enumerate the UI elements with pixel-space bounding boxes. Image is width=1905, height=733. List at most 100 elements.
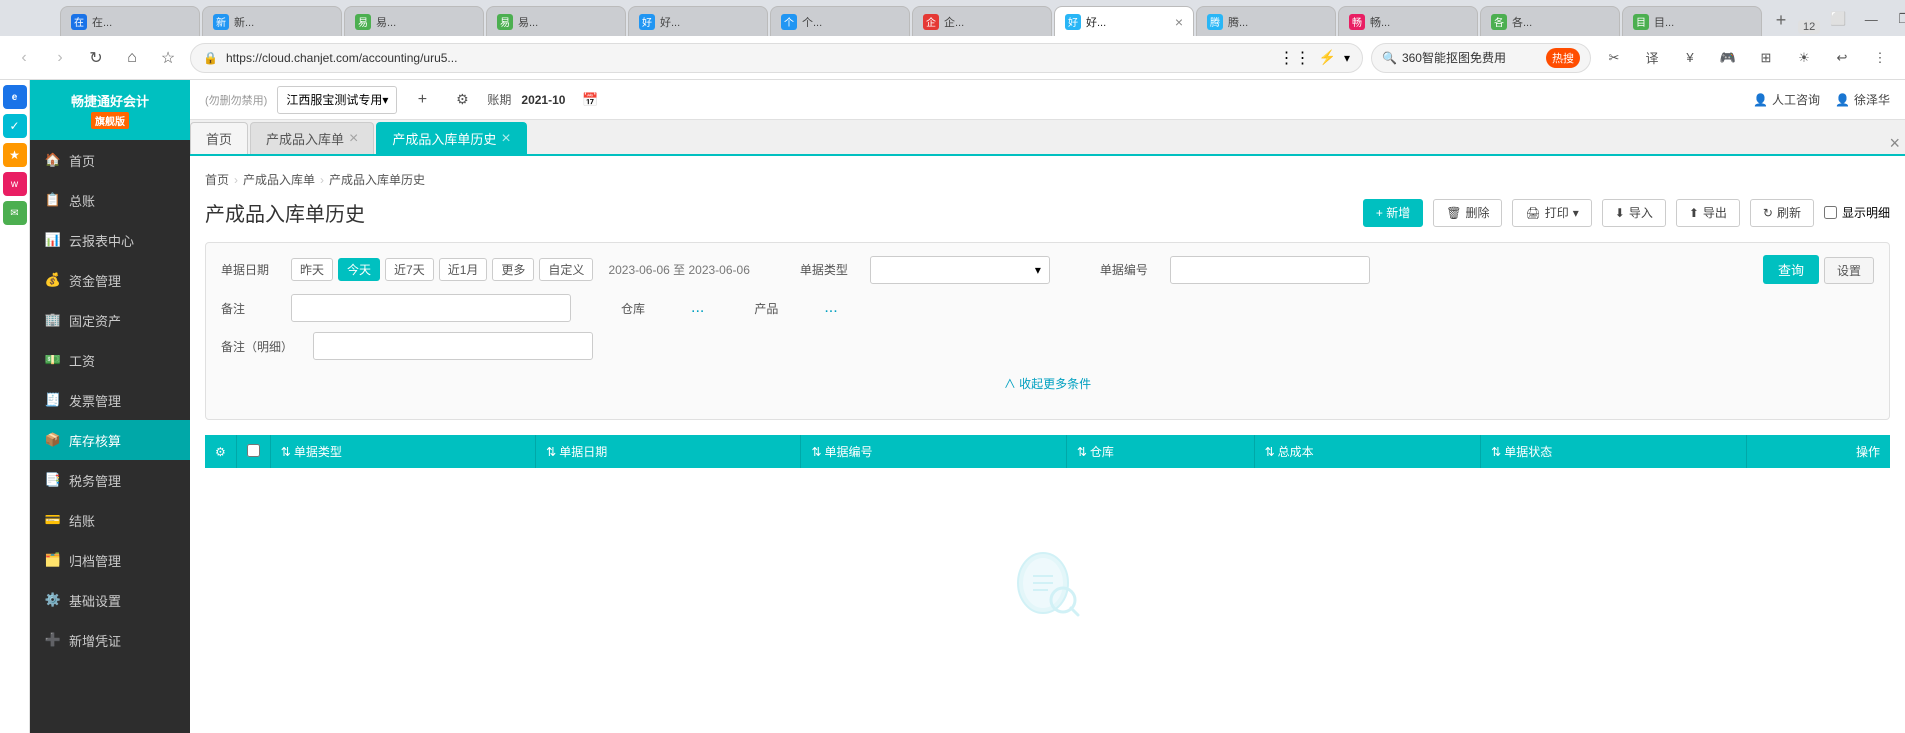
date-custom[interactable]: 自定义 — [539, 258, 593, 281]
window-maximize-icon[interactable]: ❐ — [1889, 4, 1905, 34]
th-type-sort-icon[interactable]: ⇅ — [281, 445, 291, 459]
list-tab-close[interactable]: × — [349, 130, 358, 148]
tab-close[interactable]: × — [1175, 14, 1183, 30]
date-1month[interactable]: 近1月 — [439, 258, 488, 281]
sidebar-item-payroll[interactable]: 💵 工资 — [30, 340, 190, 380]
warehouse-dots[interactable]: ... — [691, 299, 704, 317]
number-input[interactable] — [1170, 256, 1370, 284]
grid-icon[interactable]: ⊞ — [1751, 43, 1781, 73]
sidebar-item-invoice[interactable]: 🧾 发票管理 — [30, 380, 190, 420]
browser-tab-t7[interactable]: 企 企... — [912, 6, 1052, 36]
breadcrumb-home[interactable]: 首页 — [205, 171, 229, 188]
game-icon[interactable]: 🎮 — [1713, 43, 1743, 73]
browser-tab-t5[interactable]: 好 好... — [628, 6, 768, 36]
browser-tab-t8[interactable]: 好 好... × — [1054, 6, 1194, 36]
th-warehouse-sort-icon[interactable]: ⇅ — [1077, 445, 1087, 459]
th-number-sort-icon[interactable]: ⇅ — [811, 445, 821, 459]
th-status-sort-icon[interactable]: ⇅ — [1491, 445, 1501, 459]
browser-tab-t1[interactable]: 在 在... — [60, 6, 200, 36]
detail-remark-input[interactable] — [313, 332, 593, 360]
page-tab-home[interactable]: 首页 — [190, 122, 248, 154]
sidebar-item-archive[interactable]: 🗂️ 归档管理 — [30, 540, 190, 580]
product-dots[interactable]: ... — [824, 299, 837, 317]
new-tab-button[interactable]: + — [1767, 6, 1795, 34]
forward-button[interactable]: › — [46, 44, 74, 72]
set-btn[interactable]: 设置 — [1824, 257, 1874, 284]
date-today[interactable]: 今天 — [338, 258, 380, 281]
window-minimize-icon[interactable]: — — [1856, 4, 1886, 34]
add-btn[interactable]: + 新增 — [1363, 199, 1423, 227]
company-selector[interactable]: 江西服宝测试专用 ▾ — [277, 86, 397, 114]
remark-input[interactable] — [291, 294, 571, 322]
sidebar-item-fixed-assets[interactable]: 🏢 固定资产 — [30, 300, 190, 340]
dock-item-2[interactable]: ★ — [3, 143, 27, 167]
dock-item-1[interactable]: ✓ — [3, 114, 27, 138]
collapse-bar[interactable]: ∧ 收起更多条件 — [221, 370, 1874, 397]
settings-btn[interactable]: ⚙ — [447, 85, 477, 115]
sidebar-item-fund[interactable]: 💰 资金管理 — [30, 260, 190, 300]
refresh-btn[interactable]: ↻ 刷新 — [1750, 199, 1814, 227]
url-bar[interactable]: 🔒 https://cloud.chanjet.com/accounting/u… — [190, 43, 1363, 73]
th-date-sort-icon[interactable]: ⇅ — [546, 445, 556, 459]
print-btn[interactable]: 🖨 打印 ▾ — [1512, 199, 1591, 227]
page-tab-list[interactable]: 产成品入库单 × — [250, 122, 374, 154]
dock-item-360[interactable]: e — [3, 85, 27, 109]
import-btn[interactable]: ⬇ 导入 — [1602, 199, 1666, 227]
translate-icon[interactable]: 译 — [1637, 43, 1667, 73]
th-settings[interactable]: ⚙ — [205, 435, 236, 468]
date-7days[interactable]: 近7天 — [385, 258, 434, 281]
history-tab-close[interactable]: × — [501, 130, 510, 148]
scissors-icon[interactable]: ✂ — [1599, 43, 1629, 73]
show-detail-label[interactable]: 显示明细 — [1824, 204, 1890, 221]
sidebar-item-home[interactable]: 🏠 首页 — [30, 140, 190, 180]
panel-close-btn[interactable]: × — [1889, 133, 1900, 154]
calendar-icon[interactable]: 📅 — [575, 85, 605, 115]
date-more[interactable]: 更多 — [492, 258, 534, 281]
sidebar-item-checkout[interactable]: 💳 结账 — [30, 500, 190, 540]
browser-tab-t9[interactable]: 腾 腾... — [1196, 6, 1336, 36]
page-tab-history[interactable]: 产成品入库单历史 × — [376, 122, 526, 154]
browser-tab-t2[interactable]: 新 新... — [202, 6, 342, 36]
browser-tab-t4[interactable]: 易 易... — [486, 6, 626, 36]
export-btn[interactable]: ⬆ 导出 — [1676, 199, 1740, 227]
lightning-icon[interactable]: ⚡ — [1319, 49, 1336, 66]
display-icon[interactable]: ☀ — [1789, 43, 1819, 73]
th-checkbox[interactable] — [236, 435, 270, 468]
browser-tab-t6[interactable]: 个 个... — [770, 6, 910, 36]
date-yesterday[interactable]: 昨天 — [291, 258, 333, 281]
sidebar-item-basic-settings[interactable]: ⚙️ 基础设置 — [30, 580, 190, 620]
show-detail-checkbox[interactable] — [1824, 206, 1837, 219]
reload-button[interactable]: ↻ — [82, 44, 110, 72]
browser-tab-t3[interactable]: 易 易... — [344, 6, 484, 36]
th-cost-sort-icon[interactable]: ⇅ — [1265, 445, 1275, 459]
sidebar-item-new-voucher[interactable]: ➕ 新增凭证 — [30, 620, 190, 660]
dock-item-4[interactable]: ✉ — [3, 201, 27, 225]
sidebar-item-inventory[interactable]: 📦 库存核算 — [30, 420, 190, 460]
sidebar-logo[interactable]: 畅捷通好会计 旗舰版 — [30, 80, 190, 140]
apps-icon[interactable]: ⋮⋮ — [1279, 48, 1311, 68]
human-service-btn[interactable]: 👤 人工咨询 — [1753, 91, 1820, 108]
delete-btn[interactable]: 🗑 删除 — [1433, 199, 1502, 227]
bookmark-button[interactable]: ☆ — [154, 44, 182, 72]
undo-icon[interactable]: ↩ — [1827, 43, 1857, 73]
currency-icon[interactable]: ¥ — [1675, 43, 1705, 73]
sidebar-item-cloud-report[interactable]: 📊 云报表中心 — [30, 220, 190, 260]
search-bar[interactable]: 🔍 360智能抠图免费用 热搜 — [1371, 43, 1591, 73]
window-restore-icon[interactable]: ⬜ — [1823, 4, 1853, 34]
home-button[interactable]: ⌂ — [118, 44, 146, 72]
select-all-checkbox[interactable] — [247, 444, 260, 457]
type-select[interactable]: ▾ — [870, 256, 1050, 284]
settings-icon[interactable]: ⋮ — [1865, 43, 1895, 73]
browser-tab-t11[interactable]: 各 各... — [1480, 6, 1620, 36]
browser-tab-t10[interactable]: 畅 畅... — [1338, 6, 1478, 36]
user-btn[interactable]: 👤 徐泽华 — [1835, 91, 1890, 108]
query-btn[interactable]: 查询 — [1763, 255, 1819, 284]
sidebar-item-ledger[interactable]: 📋 总账 — [30, 180, 190, 220]
browser-tab-t12[interactable]: 目 目... — [1622, 6, 1762, 36]
back-button[interactable]: ‹ — [10, 44, 38, 72]
dropdown-arrow[interactable]: ▾ — [1344, 51, 1350, 65]
breadcrumb-list[interactable]: 产成品入库单 — [243, 171, 315, 188]
sidebar-item-tax[interactable]: 📑 税务管理 — [30, 460, 190, 500]
dock-item-3[interactable]: w — [3, 172, 27, 196]
add-company-btn[interactable]: + — [407, 85, 437, 115]
